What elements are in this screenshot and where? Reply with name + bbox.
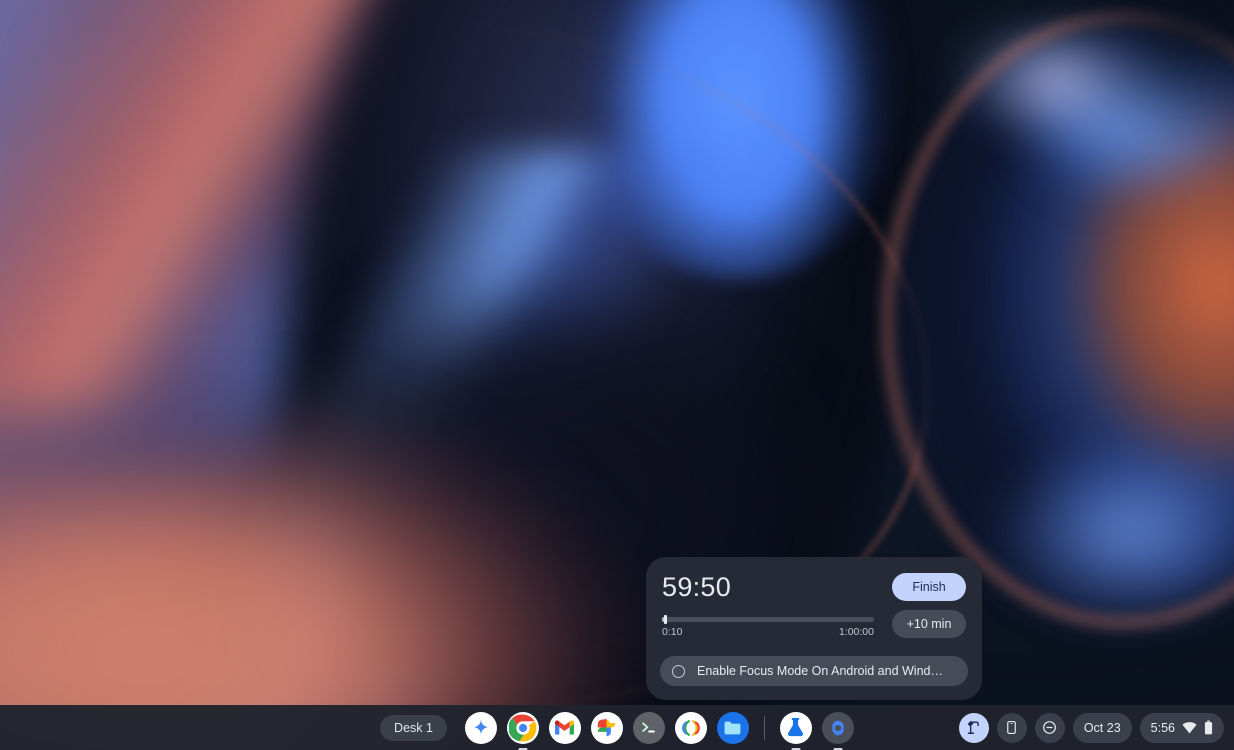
shelf-item-meet[interactable]: [675, 712, 707, 744]
desk-switcher-button[interactable]: Desk 1: [380, 715, 447, 741]
chrome-icon: [509, 714, 537, 742]
focus-total-label: 1:00:00: [839, 626, 874, 638]
wifi-icon: [1182, 722, 1197, 734]
focus-task-row[interactable]: Enable Focus Mode On Android and Wind…: [660, 656, 968, 686]
files-folder-icon: [723, 720, 742, 736]
status-area-button[interactable]: 5:56: [1140, 713, 1224, 743]
shelf: Desk 1: [0, 705, 1234, 750]
settings-gear-icon: [827, 717, 849, 739]
tray-time: 5:56: [1151, 721, 1175, 735]
focus-progress-labels: 0:10 1:00:00: [662, 626, 874, 638]
circle-outline-icon[interactable]: [672, 665, 685, 678]
beaker-flask-icon: [786, 717, 805, 738]
terminal-icon: [639, 718, 659, 738]
phone-icon: [1004, 720, 1019, 735]
google-chat-icon: [680, 718, 702, 738]
shelf-item-chrome[interactable]: [507, 712, 539, 744]
focus-elapsed-label: 0:10: [662, 626, 682, 638]
focus-mode-panel: 59:50 0:10 1:00:00 Finish +10 min Enable…: [646, 557, 982, 700]
google-photos-icon: [596, 717, 617, 738]
shelf-item-files[interactable]: [717, 712, 749, 744]
desk-label: Desk 1: [394, 721, 433, 735]
shelf-divider: [764, 716, 765, 740]
tray-date: Oct 23: [1084, 721, 1121, 735]
system-tray: Oct 23 5:56: [959, 705, 1224, 750]
extend-ten-minutes-button[interactable]: +10 min: [892, 610, 966, 638]
gmail-icon: [555, 720, 574, 735]
calendar-date-button[interactable]: Oct 23: [1073, 713, 1132, 743]
shelf-item-beaker[interactable]: [780, 712, 812, 744]
do-not-disturb-icon: [1041, 719, 1058, 736]
wallpaper-corner-shade: [1024, 0, 1234, 170]
do-not-disturb-button[interactable]: [1035, 713, 1065, 743]
phone-hub-button[interactable]: [997, 713, 1027, 743]
focus-mode-tray-button[interactable]: [959, 713, 989, 743]
shelf-item-gemini[interactable]: [465, 712, 497, 744]
focus-progress-section: 0:10 1:00:00: [662, 617, 884, 638]
focus-task-label: Enable Focus Mode On Android and Wind…: [697, 664, 943, 678]
focus-progress-thumb[interactable]: [664, 615, 667, 624]
focus-timer-value: 59:50: [662, 571, 884, 603]
finish-button[interactable]: Finish: [892, 573, 966, 601]
shelf-item-photos[interactable]: [591, 712, 623, 744]
desktop-wallpaper: [0, 0, 1234, 750]
battery-full-icon: [1204, 720, 1213, 735]
shelf-item-gmail[interactable]: [549, 712, 581, 744]
shelf-item-terminal[interactable]: [633, 712, 665, 744]
gemini-sparkle-icon: [471, 718, 491, 738]
focus-progress-bar[interactable]: [662, 617, 874, 622]
desk-lamp-icon: [965, 719, 982, 736]
shelf-item-settings[interactable]: [822, 712, 854, 744]
